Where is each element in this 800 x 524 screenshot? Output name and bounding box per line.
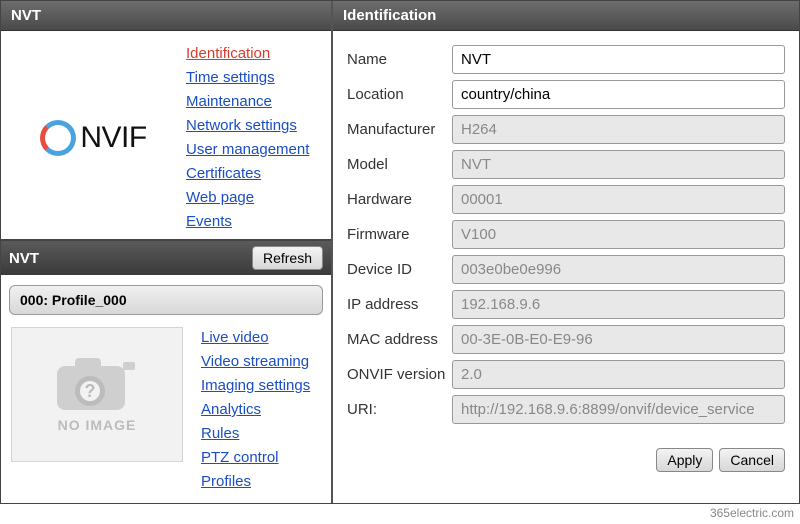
- device-section-title: NVT: [9, 250, 39, 267]
- onvif-logo: NVIF: [11, 43, 176, 233]
- label-uri: URI:: [347, 401, 452, 418]
- label-ip: IP address: [347, 296, 452, 313]
- nav-item-web-page[interactable]: Web page: [186, 187, 254, 209]
- input-uri: [452, 395, 785, 424]
- onvif-logo-icon: [40, 120, 76, 156]
- label-firmware: Firmware: [347, 226, 452, 243]
- subnav-item-ptz-control[interactable]: PTZ control: [201, 447, 279, 469]
- input-name[interactable]: [452, 45, 785, 74]
- input-ip: [452, 290, 785, 319]
- input-device_id: [452, 255, 785, 284]
- apply-button[interactable]: Apply: [656, 448, 713, 472]
- subnav-item-live-video[interactable]: Live video: [201, 327, 269, 349]
- input-onvif: [452, 360, 785, 389]
- nav-item-maintenance[interactable]: Maintenance: [186, 91, 272, 113]
- label-mac: MAC address: [347, 331, 452, 348]
- label-manufacturer: Manufacturer: [347, 121, 452, 138]
- subnav-item-video-streaming[interactable]: Video streaming: [201, 351, 309, 373]
- no-image-label: NO IMAGE: [58, 417, 137, 433]
- nav-item-events[interactable]: Events: [186, 211, 232, 233]
- input-firmware: [452, 220, 785, 249]
- nav-item-identification[interactable]: Identification: [186, 43, 270, 65]
- onvif-logo-text: NVIF: [80, 121, 146, 155]
- camera-icon: ?: [57, 356, 137, 411]
- preview-no-image: ? NO IMAGE: [11, 327, 183, 462]
- label-hardware: Hardware: [347, 191, 452, 208]
- input-hardware: [452, 185, 785, 214]
- watermark: 365electric.com: [0, 506, 800, 520]
- left-panel-title: NVT: [1, 1, 331, 31]
- nav-item-user-management[interactable]: User management: [186, 139, 309, 161]
- nav-item-network-settings[interactable]: Network settings: [186, 115, 297, 137]
- input-model: [452, 150, 785, 179]
- cancel-button[interactable]: Cancel: [719, 448, 785, 472]
- subnav-item-rules[interactable]: Rules: [201, 423, 239, 445]
- label-name: Name: [347, 51, 452, 68]
- nav-item-time-settings[interactable]: Time settings: [186, 67, 275, 89]
- nav-item-certificates[interactable]: Certificates: [186, 163, 261, 185]
- refresh-button[interactable]: Refresh: [252, 246, 323, 270]
- input-mac: [452, 325, 785, 354]
- label-device_id: Device ID: [347, 261, 452, 278]
- label-onvif: ONVIF version: [347, 366, 452, 383]
- label-location: Location: [347, 86, 452, 103]
- subnav-item-imaging-settings[interactable]: Imaging settings: [201, 375, 310, 397]
- subnav-item-profiles[interactable]: Profiles: [201, 471, 251, 493]
- subnav-item-analytics[interactable]: Analytics: [201, 399, 261, 421]
- right-panel-title: Identification: [333, 1, 799, 31]
- label-model: Model: [347, 156, 452, 173]
- profile-row[interactable]: 000: Profile_000: [9, 285, 323, 315]
- input-location[interactable]: [452, 80, 785, 109]
- input-manufacturer: [452, 115, 785, 144]
